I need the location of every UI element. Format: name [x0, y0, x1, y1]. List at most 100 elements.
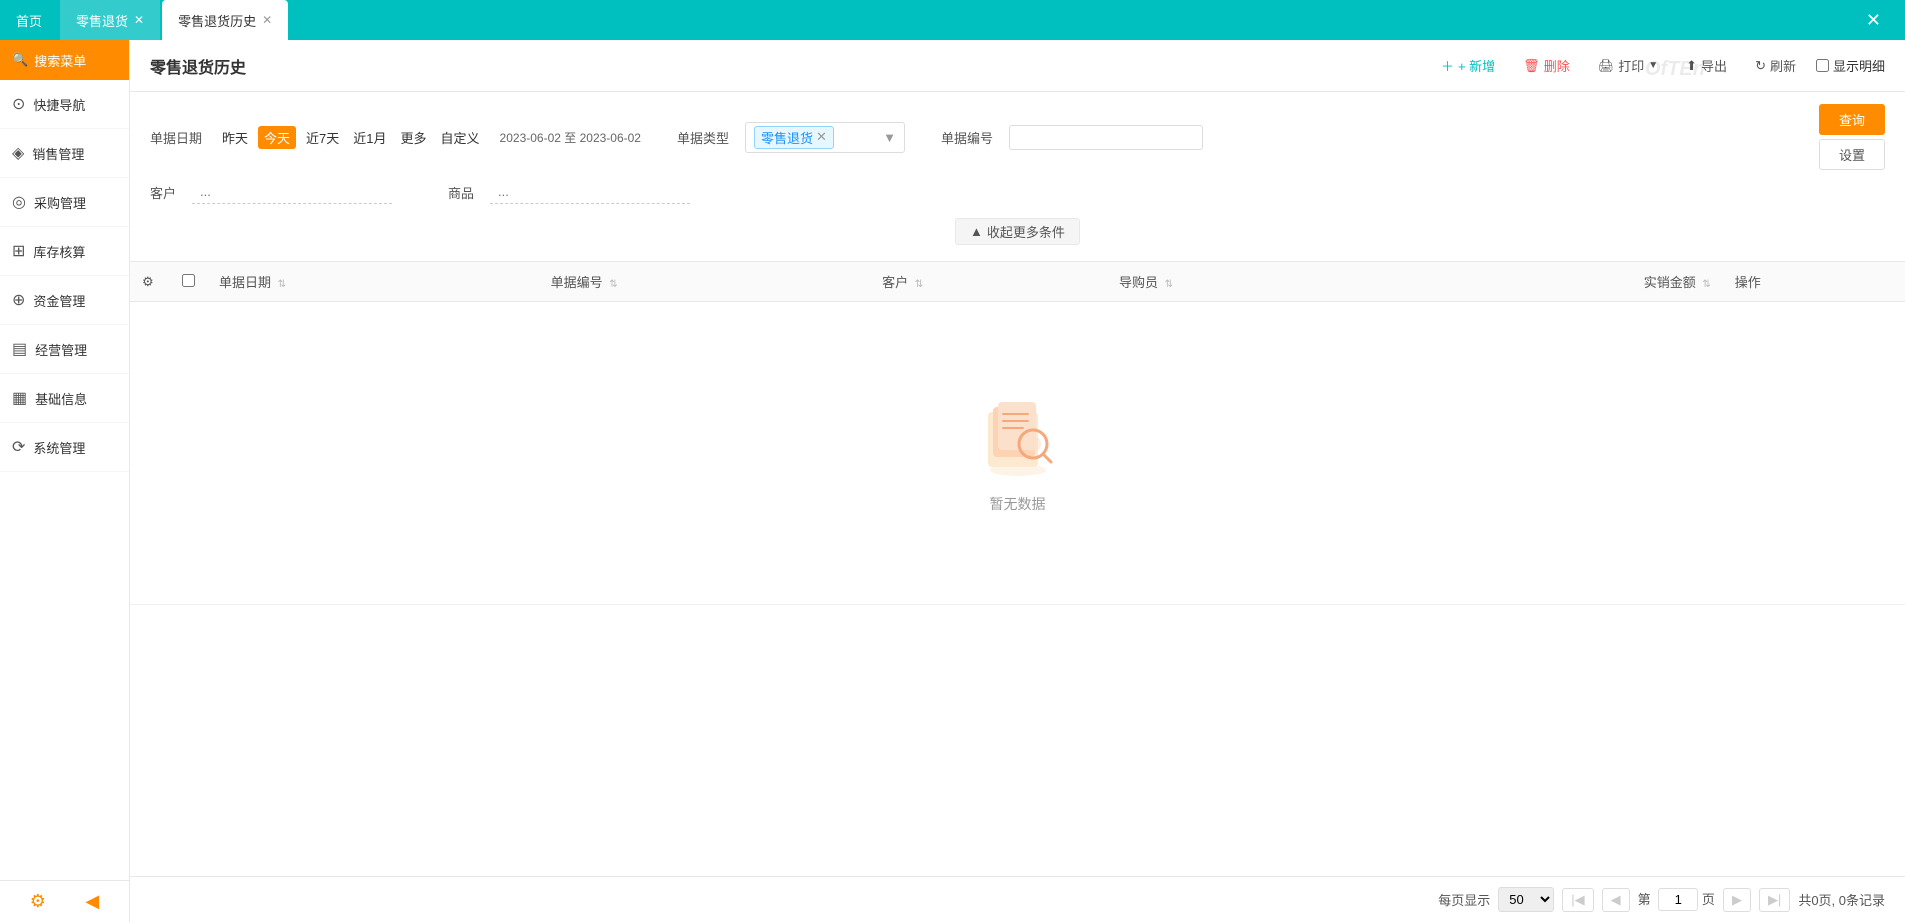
sales-icon: ◈	[12, 143, 24, 163]
empty-state-cell: 暂无数据	[130, 302, 1905, 605]
sidebar-item-system[interactable]: ⟳ 系统管理	[0, 423, 129, 472]
tab-retail-return-history[interactable]: 零售退货历史 ✕	[162, 0, 288, 40]
date-sort-icon[interactable]: ⇅	[278, 279, 286, 290]
tab-retail-return-close[interactable]: ✕	[134, 13, 144, 27]
tab-bar: 首页 零售退货 ✕ 零售退货历史 ✕	[0, 0, 1858, 40]
basic-info-icon: ▦	[12, 388, 27, 408]
goods-filter-label: 商品	[448, 183, 474, 202]
first-page-button[interactable]: |◀	[1562, 888, 1593, 912]
top-bar: 首页 零售退货 ✕ 零售退货历史 ✕ ✕	[0, 0, 1905, 40]
print-chevron-icon: ▼	[1648, 60, 1658, 71]
filter-row-1: 单据日期 昨天 今天 近7天 近1月 更多 自定义 2023-06-02 至 2…	[150, 104, 1885, 170]
tab-home[interactable]: 首页	[0, 0, 58, 40]
th-customer: 客户 ⇅	[870, 262, 1107, 302]
customer-filter-label: 客户	[150, 183, 176, 202]
type-select-arrow-icon: ▼	[883, 130, 896, 145]
top-bar-right: ✕	[1858, 10, 1905, 31]
sidebar-item-basic-info[interactable]: ▦ 基础信息	[0, 374, 129, 423]
sidebar-item-sales-mgmt[interactable]: ◈ 销售管理	[0, 129, 129, 178]
page-title: 零售退货历史	[150, 54, 246, 78]
empty-text: 暂无数据	[990, 494, 1046, 514]
window-close-button[interactable]: ✕	[1858, 10, 1889, 31]
th-guide: 导购员 ⇅	[1107, 262, 1391, 302]
show-detail-checkbox-label[interactable]: 显示明细	[1816, 56, 1885, 75]
empty-state: 暂无数据	[142, 312, 1893, 594]
voucher-sort-icon[interactable]: ⇅	[609, 279, 617, 290]
query-button[interactable]: 查询	[1819, 104, 1885, 135]
new-button[interactable]: ＋ + 新增	[1433, 52, 1503, 79]
page-info: 第 页	[1638, 888, 1715, 911]
date-opt-1month[interactable]: 近1月	[349, 126, 390, 149]
filter-settings-button[interactable]: 设置	[1819, 139, 1885, 170]
goods-filter-input[interactable]	[490, 180, 690, 204]
type-filter-label: 单据类型	[677, 128, 729, 147]
gear-icon[interactable]: ⚙	[142, 274, 154, 289]
table-body: 暂无数据	[130, 302, 1905, 605]
sidebar: 🔍 搜索菜单 ⊙ 快捷导航 ◈ 销售管理 ◎ 采购管理 ⊞ 库存核算 ⊕ 资金管	[0, 40, 130, 922]
th-checkbox	[170, 262, 207, 302]
voucher-filter-input[interactable]	[1009, 125, 1203, 150]
type-tag: 零售退货 ✕	[754, 126, 834, 149]
export-icon: ⬆	[1686, 58, 1697, 74]
page-header: 零售退货历史 ＋ + 新增 🗑 删除 🖨 打印 ▼ ⬆ 导出	[130, 40, 1905, 92]
type-filter-select[interactable]: 零售退货 ✕ ▼	[745, 122, 905, 153]
operation-icon: ▤	[12, 339, 27, 359]
customer-sort-icon[interactable]: ⇅	[915, 279, 923, 290]
date-range-display: 2023-06-02 至 2023-06-02	[500, 129, 641, 146]
collapse-icon[interactable]: ◀	[85, 891, 99, 912]
customer-filter-input[interactable]	[192, 180, 392, 204]
page-size-select[interactable]: 20 50 100	[1498, 887, 1554, 912]
collapse-up-icon: ▲	[970, 224, 983, 239]
th-date: 单据日期 ⇅	[207, 262, 539, 302]
collapse-button[interactable]: ▲ 收起更多条件	[955, 218, 1080, 245]
print-button[interactable]: 🖨 打印 ▼	[1590, 52, 1666, 79]
date-opt-yesterday[interactable]: 昨天	[218, 126, 252, 149]
date-opt-today[interactable]: 今天	[258, 126, 296, 149]
sidebar-item-purchase-mgmt[interactable]: ◎ 采购管理	[0, 178, 129, 227]
table-header-row: ⚙ 单据日期 ⇅ 单据编号 ⇅	[130, 262, 1905, 302]
action-buttons: 查询 设置	[1819, 104, 1885, 170]
toolbar: ＋ + 新增 🗑 删除 🖨 打印 ▼ ⬆ 导出 ↻	[1433, 52, 1885, 79]
print-icon: 🖨	[1598, 58, 1615, 74]
date-opt-custom[interactable]: 自定义	[437, 126, 484, 149]
tab-retail-return-history-close[interactable]: ✕	[262, 13, 272, 27]
page-number-input[interactable]	[1658, 888, 1698, 911]
tab-retail-return[interactable]: 零售退货 ✕	[60, 0, 160, 40]
guide-sort-icon[interactable]: ⇅	[1165, 279, 1173, 290]
date-filter-label: 单据日期	[150, 128, 202, 147]
prev-page-button[interactable]: ◀	[1602, 888, 1630, 912]
delete-button[interactable]: 🗑 删除	[1515, 52, 1578, 79]
total-info: 共0页, 0条记录	[1798, 890, 1885, 909]
next-page-button[interactable]: ▶	[1723, 888, 1751, 912]
settings-icon[interactable]: ⚙	[30, 891, 46, 912]
type-tag-remove[interactable]: ✕	[816, 129, 827, 145]
page-size-label: 每页显示	[1438, 890, 1490, 909]
export-button[interactable]: ⬆ 导出	[1678, 52, 1735, 79]
sidebar-item-quick-nav[interactable]: ⊙ 快捷导航	[0, 80, 129, 129]
main-layout: 🔍 搜索菜单 ⊙ 快捷导航 ◈ 销售管理 ◎ 采购管理 ⊞ 库存核算 ⊕ 资金管	[0, 40, 1905, 922]
th-amount: 实销金额 ⇅	[1391, 262, 1723, 302]
amount-sort-icon[interactable]: ⇅	[1702, 279, 1710, 290]
last-page-button[interactable]: ▶|	[1759, 888, 1790, 912]
sidebar-item-operation[interactable]: ▤ 经营管理	[0, 325, 129, 374]
sidebar-item-finance[interactable]: ⊕ 资金管理	[0, 276, 129, 325]
table-container: ⚙ 单据日期 ⇅ 单据编号 ⇅	[130, 262, 1905, 876]
voucher-filter-label: 单据编号	[941, 128, 993, 147]
select-all-checkbox[interactable]	[182, 274, 195, 287]
system-icon: ⟳	[12, 437, 25, 457]
date-opt-more[interactable]: 更多	[397, 126, 431, 149]
date-filter: 昨天 今天 近7天 近1月 更多 自定义	[218, 126, 484, 149]
refresh-button[interactable]: ↻ 刷新	[1747, 52, 1804, 79]
sidebar-item-inventory[interactable]: ⊞ 库存核算	[0, 227, 129, 276]
refresh-icon: ↻	[1755, 58, 1766, 74]
inventory-icon: ⊞	[12, 241, 25, 261]
quick-nav-icon: ⊙	[12, 94, 25, 114]
sidebar-search[interactable]: 🔍 搜索菜单	[0, 40, 129, 80]
finance-icon: ⊕	[12, 290, 25, 310]
show-detail-checkbox[interactable]	[1816, 59, 1829, 72]
filter-area: 单据日期 昨天 今天 近7天 近1月 更多 自定义 2023-06-02 至 2…	[130, 92, 1905, 262]
th-voucher-no: 单据编号 ⇅	[539, 262, 871, 302]
sidebar-bottom: ⚙ ◀	[0, 880, 129, 922]
date-opt-7days[interactable]: 近7天	[302, 126, 343, 149]
collapse-bar: ▲ 收起更多条件	[150, 214, 1885, 249]
